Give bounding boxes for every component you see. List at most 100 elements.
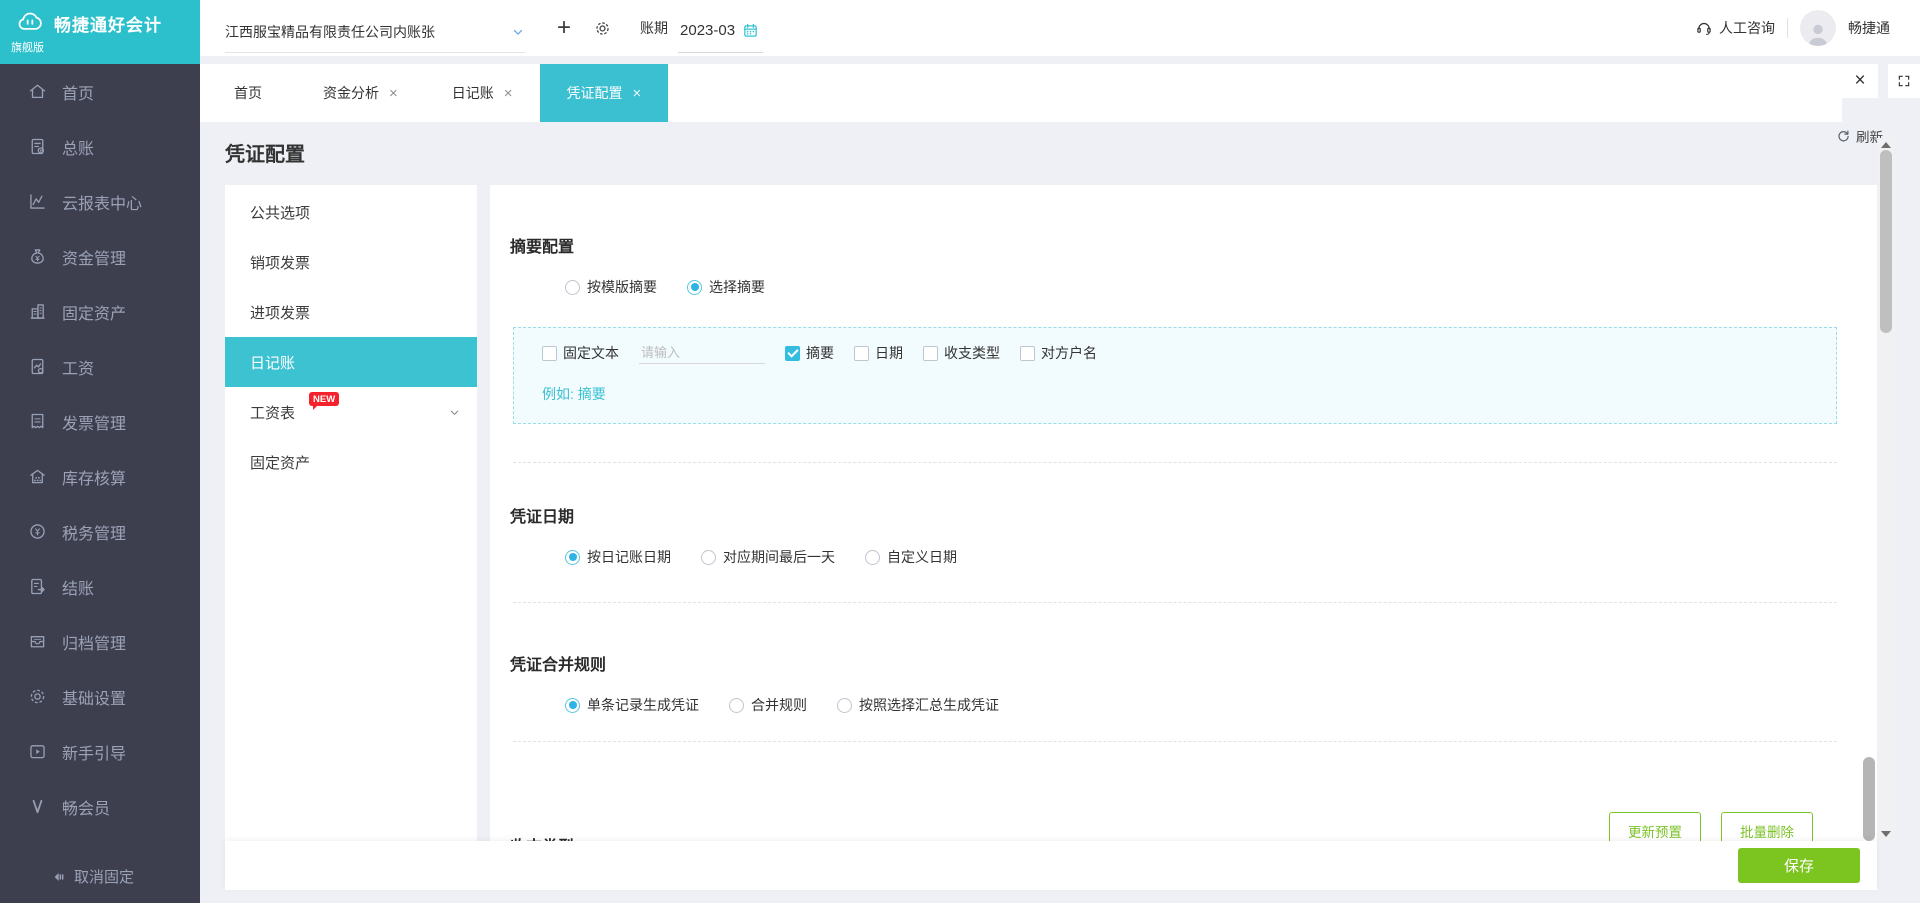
radio-select-summary[interactable]: 选择摘要 <box>687 277 765 297</box>
unpin-sidebar-button[interactable]: 取消固定 <box>52 866 134 887</box>
sidebar-item-invoice-management[interactable]: 发票管理 <box>0 394 200 449</box>
sidebar-item-cloud-reports[interactable]: 云报表中心 <box>0 174 200 229</box>
checkbox-counterparty[interactable]: 对方户名 <box>1020 343 1097 363</box>
radio-icon <box>565 279 580 295</box>
config-submenu: 公共选项 销项发票 进项发票 日记账 工资表 NEW 固定资产 <box>225 185 477 841</box>
sidebar-item-inventory-accounting[interactable]: 库存核算 <box>0 449 200 504</box>
closing-icon <box>31 578 45 595</box>
checkbox-date[interactable]: 日期 <box>854 343 903 363</box>
save-button[interactable]: 保存 <box>1738 848 1860 883</box>
submenu-item-fixed-assets[interactable]: 固定资产 <box>225 437 477 487</box>
radio-icon <box>729 697 744 713</box>
summary-example-text: 例如: 摘要 <box>542 386 606 402</box>
checkbox-income-type[interactable]: 收支类型 <box>923 343 1000 363</box>
close-tab-icon[interactable]: × <box>504 85 513 102</box>
sidebar-item-tax-management[interactable]: 税务管理 <box>0 504 200 559</box>
footer-action-bar: 保存 <box>225 841 1877 890</box>
checkbox-icon <box>542 345 557 361</box>
close-all-tabs-button[interactable]: × <box>1842 64 1878 98</box>
period-value: 2023-03 <box>680 22 736 39</box>
sidebar-item-fixed-assets[interactable]: 固定资产 <box>0 284 200 339</box>
close-tab-icon[interactable]: × <box>389 85 398 102</box>
archive-icon <box>30 636 45 648</box>
tab-voucher-config[interactable]: 凭证配置 × <box>539 64 669 122</box>
calendar-icon <box>744 23 757 37</box>
sidebar-item-salary[interactable]: 工资 <box>0 339 200 394</box>
chevron-down-icon <box>448 406 461 419</box>
sidebar-item-archive-management[interactable]: 归档管理 <box>0 614 200 669</box>
app-logo[interactable]: 畅捷通好会计 旗舰版 <box>0 0 200 64</box>
sidebar-item-fund-management[interactable]: 资金管理 <box>0 229 200 284</box>
sidebar-item-closing[interactable]: 结账 <box>0 559 200 614</box>
vip-member-icon <box>32 799 43 814</box>
radio-journal-date[interactable]: 按日记账日期 <box>565 547 671 567</box>
period-selector[interactable]: 2023-03 <box>678 11 764 53</box>
divider <box>513 462 1837 463</box>
fullscreen-icon <box>1898 75 1910 87</box>
tabbar: 首页 资金分析 × 日记账 × 凭证配置 × × <box>200 64 1920 122</box>
radio-template-summary[interactable]: 按模版摘要 <box>565 277 657 297</box>
section-title-merge-rule: 凭证合并规则 <box>510 657 607 674</box>
content-area: 凭证配置 刷新 公共选项 销项发票 进项发票 日记账 工资表 NEW 固定资产 <box>200 122 1920 903</box>
scroll-down-arrow-icon[interactable] <box>1881 831 1891 837</box>
cloud-logo-icon <box>13 9 47 37</box>
company-selector[interactable]: 江西服宝精品有限责任公司内账张 <box>225 11 525 53</box>
sidebar-item-member[interactable]: 畅会员 <box>0 779 200 834</box>
scrollbar-track[interactable] <box>1877 138 1895 841</box>
section-title-voucher-date: 凭证日期 <box>510 509 575 526</box>
submenu-item-salary-sheet[interactable]: 工资表 NEW <box>225 387 477 437</box>
page-title: 凭证配置 <box>225 144 305 166</box>
warehouse-icon <box>30 469 45 484</box>
scroll-up-arrow-icon[interactable] <box>1881 142 1891 148</box>
submenu-item-purchase-invoice[interactable]: 进项发票 <box>225 287 477 337</box>
sidebar-nav: 首页 总账 云报表中心 资金管理 固定资产 工资 发票管理 库存核算 税务管理 … <box>0 64 200 834</box>
radio-period-last-day[interactable]: 对应期间最后一天 <box>701 547 835 567</box>
radio-custom-date[interactable]: 自定义日期 <box>865 547 957 567</box>
checkbox-icon <box>923 345 938 361</box>
avatar[interactable] <box>1800 10 1836 46</box>
summary-radio-group: 按模版摘要 选择摘要 <box>565 277 765 297</box>
checkbox-icon <box>1020 345 1035 361</box>
add-account-button[interactable]: + <box>557 16 571 40</box>
company-name: 江西服宝精品有限责任公司内账张 <box>225 23 435 40</box>
radio-icon <box>701 549 716 565</box>
sidebar-item-basic-settings[interactable]: 基础设置 <box>0 669 200 724</box>
topbar: 江西服宝精品有限责任公司内账张 + 账期 2023-03 人工咨询 畅捷通 <box>200 0 1920 56</box>
radio-summary-by-selection[interactable]: 按照选择汇总生成凭证 <box>837 695 999 715</box>
submenu-item-sales-invoice[interactable]: 销项发票 <box>225 237 477 287</box>
report-chart-icon <box>30 194 45 209</box>
gear-icon <box>30 689 45 704</box>
unpin-icon <box>54 872 64 881</box>
sidebar-item-beginner-guide[interactable]: 新手引导 <box>0 724 200 779</box>
tabbar-corner: × <box>1842 64 1920 122</box>
sidebar-item-home[interactable]: 首页 <box>0 64 200 119</box>
panel-scrollbar-thumb[interactable] <box>1863 757 1875 841</box>
radio-icon <box>565 697 580 713</box>
tab-fund-analysis[interactable]: 资金分析 × <box>296 64 425 122</box>
ledger-icon <box>31 138 45 155</box>
support-label: 人工咨询 <box>1719 20 1775 36</box>
close-tab-icon[interactable]: × <box>633 85 642 102</box>
new-badge: NEW <box>309 392 340 411</box>
checkbox-summary[interactable]: 摘要 <box>785 343 834 363</box>
fullscreen-button[interactable] <box>1888 64 1920 98</box>
refresh-button[interactable]: 刷新 <box>1836 126 1883 146</box>
support-button[interactable]: 人工咨询 <box>1695 18 1775 38</box>
tab-journal[interactable]: 日记账 × <box>425 64 540 122</box>
submenu-item-journal[interactable]: 日记账 <box>225 337 477 387</box>
settings-gear-button[interactable] <box>593 19 612 38</box>
headset-icon <box>1697 22 1711 35</box>
tab-home[interactable]: 首页 <box>200 64 296 122</box>
money-bag-icon <box>31 249 44 264</box>
merge-rule-radio-group: 单条记录生成凭证 合并规则 按照选择汇总生成凭证 <box>565 695 999 715</box>
building-icon <box>30 304 45 319</box>
voucher-date-radio-group: 按日记账日期 对应期间最后一天 自定义日期 <box>565 547 957 567</box>
radio-single-record[interactable]: 单条记录生成凭证 <box>565 695 699 715</box>
fixed-text-input[interactable] <box>639 342 765 364</box>
checkbox-fixed-text[interactable]: 固定文本 <box>542 343 619 363</box>
scrollbar-thumb[interactable] <box>1880 150 1892 333</box>
sidebar-item-general-ledger[interactable]: 总账 <box>0 119 200 174</box>
topbar-right: 人工咨询 畅捷通 <box>1695 10 1890 46</box>
radio-merge-rule[interactable]: 合并规则 <box>729 695 807 715</box>
submenu-item-common-options[interactable]: 公共选项 <box>225 187 477 237</box>
